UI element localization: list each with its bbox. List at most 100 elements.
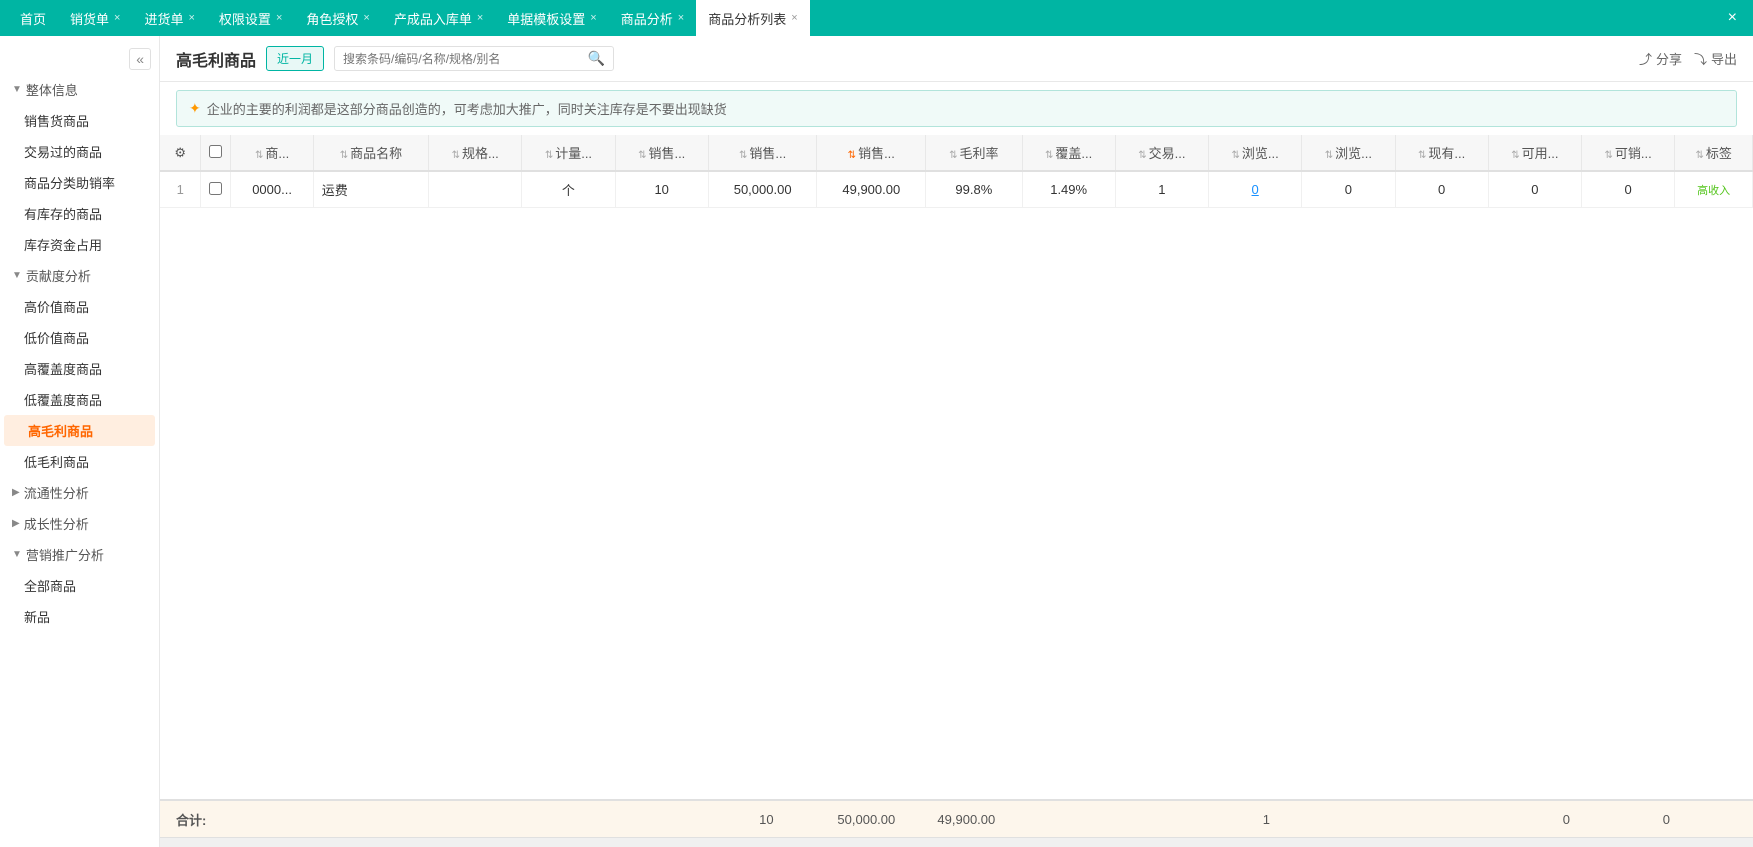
cell-spec — [429, 171, 522, 208]
cell-name: 运费 — [313, 171, 428, 208]
window-close-button[interactable]: × — [1720, 9, 1745, 27]
sidebar-item-new-goods[interactable]: 新品 — [0, 601, 159, 632]
col-available[interactable]: ⇅可用... — [1488, 135, 1581, 171]
close-product-analysis[interactable]: × — [678, 12, 684, 24]
header-actions: ⤴ 分享 ⤵ 导出 — [1639, 49, 1737, 68]
nav-purchase-order[interactable]: 进货单 × — [132, 0, 206, 36]
sidebar-collapse-button[interactable]: « — [129, 48, 151, 70]
arrow-down-icon-3: ▼ — [12, 549, 22, 560]
search-icon[interactable]: 🔍 — [588, 50, 605, 67]
col-checkbox[interactable] — [201, 135, 231, 171]
arrow-down-icon-2: ▼ — [12, 270, 22, 281]
sidebar-item-stock-capital[interactable]: 库存资金占用 — [0, 229, 159, 260]
cell-transaction: 1 — [1115, 171, 1208, 208]
sidebar-item-all-goods[interactable]: 全部商品 — [0, 570, 159, 601]
col-settings[interactable]: ⚙ — [160, 135, 201, 171]
share-button[interactable]: ⤴ 分享 — [1639, 49, 1682, 68]
sidebar-item-low-margin[interactable]: 低毛利商品 — [0, 446, 159, 477]
sidebar-item-high-coverage[interactable]: 高覆盖度商品 — [0, 353, 159, 384]
col-coverage[interactable]: ⇅覆盖... — [1022, 135, 1115, 171]
col-unit[interactable]: ⇅计量... — [522, 135, 615, 171]
close-product-inbound[interactable]: × — [477, 12, 483, 24]
arrow-right-icon: ▶ — [12, 487, 20, 498]
col-spec[interactable]: ⇅规格... — [429, 135, 522, 171]
col-tag[interactable]: ⇅标签 — [1675, 135, 1753, 171]
sidebar-item-low-coverage[interactable]: 低覆盖度商品 — [0, 384, 159, 415]
col-code[interactable]: ⇅商... — [231, 135, 313, 171]
footer-transaction: 1 — [1226, 812, 1306, 827]
nav-template-settings[interactable]: 单据模板设置 × — [495, 0, 608, 36]
sidebar-group-contribution[interactable]: ▼ 贡献度分析 — [0, 260, 159, 291]
info-banner: ✦ 企业的主要的利润都是这部分商品创造的，可考虑加大推广，同时关注库存是不要出现… — [176, 90, 1737, 127]
product-analysis-table: ⚙ ⇅商... ⇅商品名称 ⇅规格... ⇅计量... ⇅销售... ⇅销售..… — [160, 135, 1753, 208]
top-navigation: 首页 销货单 × 进货单 × 权限设置 × 角色授权 × 产成品入库单 × 单据… — [0, 0, 1753, 36]
nav-sales-order[interactable]: 销货单 × — [58, 0, 132, 36]
col-sales-amount[interactable]: ⇅销售... — [708, 135, 817, 171]
horizontal-scrollbar[interactable] — [160, 837, 1753, 847]
close-product-analysis-list[interactable]: × — [791, 12, 797, 24]
close-permissions[interactable]: × — [276, 12, 282, 24]
col-sales-qty[interactable]: ⇅销售... — [615, 135, 708, 171]
sidebar-item-traded-goods[interactable]: 交易过的商品 — [0, 136, 159, 167]
row-checkbox[interactable] — [209, 182, 222, 195]
nav-product-analysis[interactable]: 商品分析 × — [609, 0, 696, 36]
col-browse1[interactable]: ⇅浏览... — [1209, 135, 1302, 171]
export-button[interactable]: ⤵ 导出 — [1694, 49, 1737, 68]
cell-code: 0000... — [231, 171, 313, 208]
table-container: ⚙ ⇅商... ⇅商品名称 ⇅规格... ⇅计量... ⇅销售... ⇅销售..… — [160, 135, 1753, 799]
sidebar-group-overall[interactable]: ▼ 整体信息 — [0, 74, 159, 105]
sidebar-group-marketing[interactable]: ▼ 营销推广分析 — [0, 539, 159, 570]
filter-recent-month-button[interactable]: 近一月 — [266, 46, 324, 71]
cell-checkbox[interactable] — [201, 171, 231, 208]
close-role-auth[interactable]: × — [363, 12, 369, 24]
cell-sellable: 0 — [1582, 171, 1675, 208]
col-name[interactable]: ⇅商品名称 — [313, 135, 428, 171]
sidebar-group-growth[interactable]: ▶ 成长性分析 — [0, 508, 159, 539]
sidebar-item-in-stock[interactable]: 有库存的商品 — [0, 198, 159, 229]
export-icon: ⤵ — [1694, 49, 1707, 68]
close-sales-order[interactable]: × — [114, 12, 120, 24]
footer-current-stock: 0 — [1526, 812, 1606, 827]
page-title: 高毛利商品 — [176, 47, 256, 71]
nav-role-auth[interactable]: 角色授权 × — [294, 0, 381, 36]
table-footer: 合计: 10 50,000.00 49,900.00 1 0 0 — [160, 799, 1753, 837]
sidebar-item-high-value[interactable]: 高价值商品 — [0, 291, 159, 322]
sidebar-item-high-margin[interactable]: 高毛利商品 — [4, 415, 155, 446]
nav-home[interactable]: 首页 — [8, 0, 58, 36]
table-header-row: ⚙ ⇅商... ⇅商品名称 ⇅规格... ⇅计量... ⇅销售... ⇅销售..… — [160, 135, 1753, 171]
col-sellable[interactable]: ⇅可销... — [1582, 135, 1675, 171]
cell-coverage: 1.49% — [1022, 171, 1115, 208]
table-row: 1 0000... 运费 个 10 50,000.00 49,900.00 99… — [160, 171, 1753, 208]
search-input[interactable] — [343, 52, 588, 66]
nav-product-analysis-list[interactable]: 商品分析列表 × — [696, 0, 809, 36]
select-all-checkbox[interactable] — [209, 145, 222, 158]
search-box[interactable]: 🔍 — [334, 46, 614, 71]
col-gross-margin[interactable]: ⇅毛利率 — [926, 135, 1022, 171]
footer-available: 0 — [1626, 812, 1706, 827]
nav-product-inbound[interactable]: 产成品入库单 × — [382, 0, 495, 36]
sidebar-group-liquidity[interactable]: ▶ 流通性分析 — [0, 477, 159, 508]
share-icon: ⤴ — [1639, 49, 1652, 68]
close-purchase-order[interactable]: × — [188, 12, 194, 24]
footer-sales-amount: 50,000.00 — [826, 812, 906, 827]
sidebar-item-sales-goods[interactable]: 销售货商品 — [0, 105, 159, 136]
sidebar: « ▼ 整体信息 销售货商品 交易过的商品 商品分类助销率 有库存的商品 库存资… — [0, 36, 160, 847]
close-template-settings[interactable]: × — [590, 12, 596, 24]
cell-browse1[interactable]: 0 — [1209, 171, 1302, 208]
table-scroll-area[interactable]: ⚙ ⇅商... ⇅商品名称 ⇅规格... ⇅计量... ⇅销售... ⇅销售..… — [160, 135, 1753, 208]
col-current-stock[interactable]: ⇅现有... — [1395, 135, 1488, 171]
cell-gross-margin: 99.8% — [926, 171, 1022, 208]
col-transaction[interactable]: ⇅交易... — [1115, 135, 1208, 171]
col-browse2[interactable]: ⇅浏览... — [1302, 135, 1395, 171]
sidebar-item-low-value[interactable]: 低价值商品 — [0, 322, 159, 353]
nav-permissions[interactable]: 权限设置 × — [207, 0, 294, 36]
col-sales-cost[interactable]: ⇅销售... — [817, 135, 926, 171]
footer-sales-qty: 10 — [726, 812, 806, 827]
footer-sales-cost: 49,900.00 — [926, 812, 1006, 827]
cell-row-num: 1 — [160, 171, 201, 208]
sidebar-item-category-rate[interactable]: 商品分类助销率 — [0, 167, 159, 198]
arrow-down-icon: ▼ — [12, 84, 22, 95]
cell-available: 0 — [1488, 171, 1581, 208]
content-area: 高毛利商品 近一月 🔍 ⤴ 分享 ⤵ 导出 ✦ 企业的主要的利润都是这部分商品创… — [160, 36, 1753, 847]
cell-sales-cost: 49,900.00 — [817, 171, 926, 208]
